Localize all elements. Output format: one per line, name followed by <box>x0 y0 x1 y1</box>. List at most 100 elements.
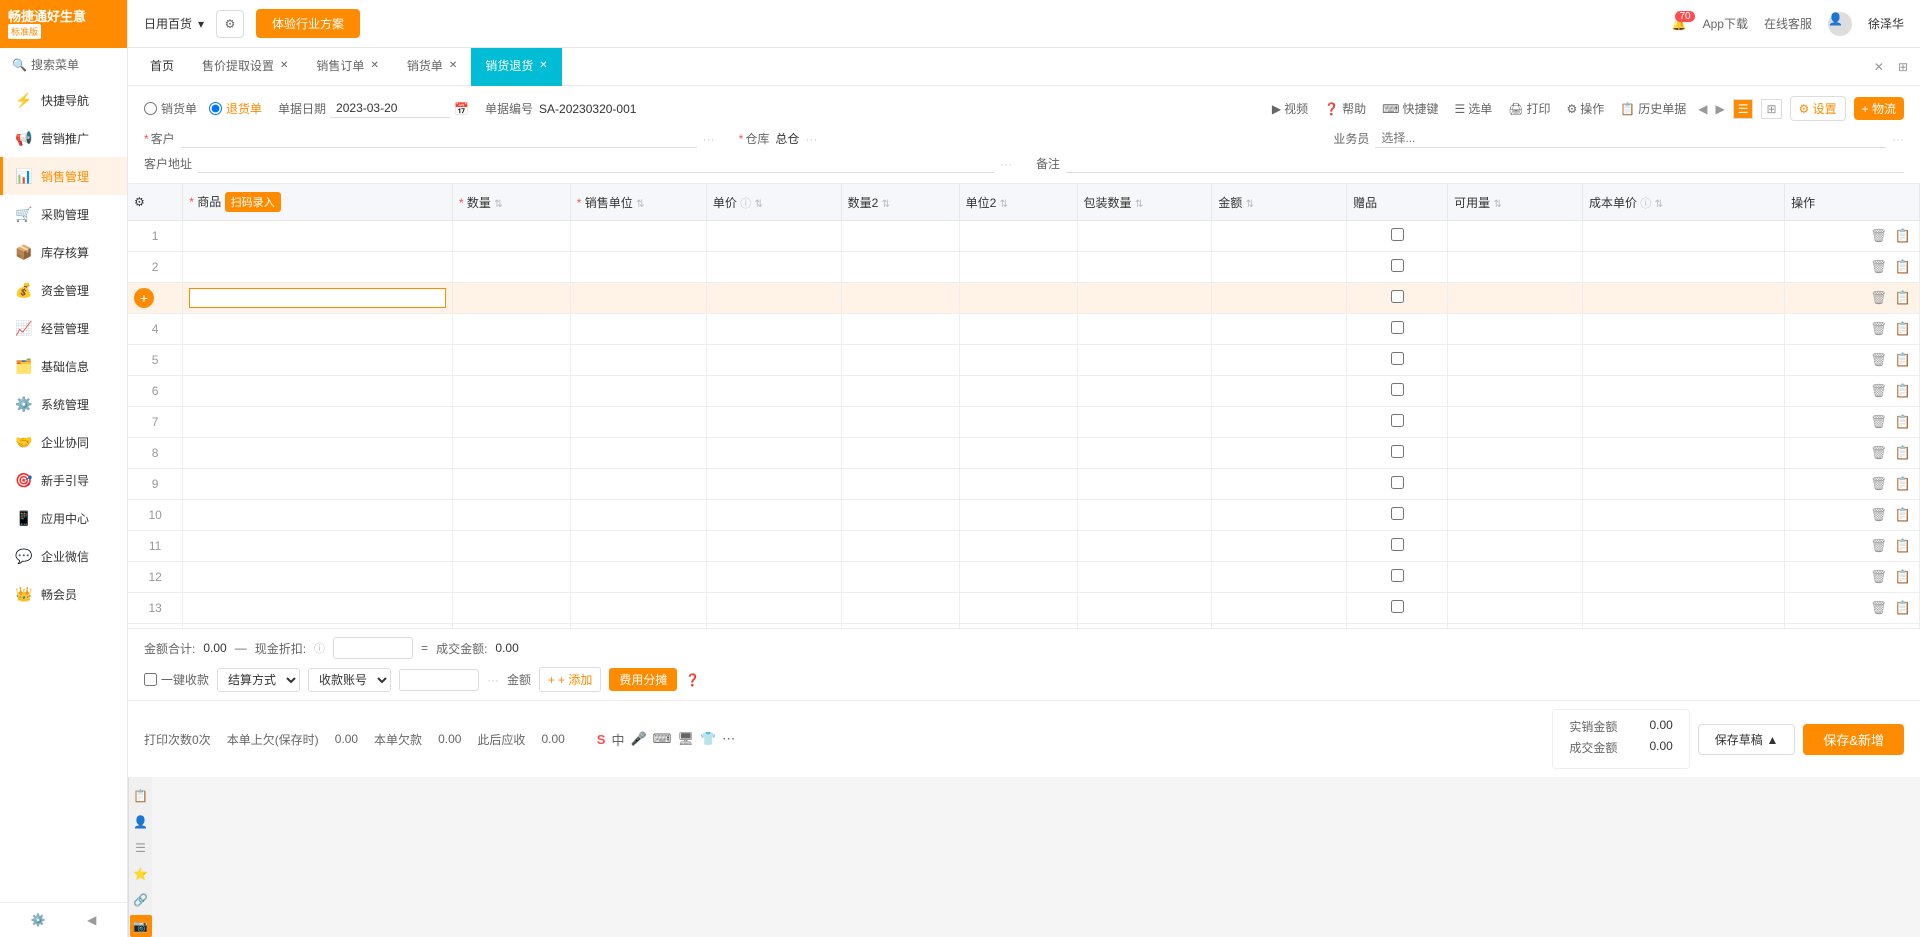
save-new-button[interactable]: 保存&新增 <box>1803 724 1904 755</box>
gift-cell[interactable] <box>1347 531 1448 562</box>
payment-checkbox-label[interactable]: 一键收款 <box>144 671 209 688</box>
unit2-cell[interactable] <box>959 469 1077 500</box>
delete-row-button[interactable]: 🗑 <box>1868 288 1889 308</box>
quantity2-cell[interactable] <box>841 562 959 593</box>
gift-cell[interactable] <box>1347 469 1448 500</box>
available-cell[interactable] <box>1448 469 1583 500</box>
gift-checkbox[interactable] <box>1391 476 1404 489</box>
cost-price-cell[interactable] <box>1582 252 1784 283</box>
cost-price-cell[interactable] <box>1582 407 1784 438</box>
gift-checkbox[interactable] <box>1391 569 1404 582</box>
sales-unit-cell[interactable] <box>570 531 706 562</box>
gift-cell[interactable] <box>1347 438 1448 469</box>
unit2-cell[interactable] <box>959 438 1077 469</box>
sidebar-item-wechat[interactable]: 💬 企业微信 <box>0 537 127 575</box>
pack-quantity-cell[interactable] <box>1077 593 1212 624</box>
quantity-cell[interactable] <box>452 283 570 314</box>
amount-cell[interactable] <box>1212 531 1347 562</box>
delete-row-button[interactable]: 🗑 <box>1868 443 1889 463</box>
available-cell[interactable] <box>1448 500 1583 531</box>
unit-price-info-icon[interactable]: ⓘ <box>740 198 751 210</box>
gift-cell[interactable] <box>1347 252 1448 283</box>
amount-cell[interactable] <box>1212 438 1347 469</box>
account-number-input[interactable] <box>399 669 479 691</box>
pack-quantity-cell[interactable] <box>1077 221 1212 252</box>
sales-unit-cell[interactable] <box>570 283 706 314</box>
toolbar-video[interactable]: ▶ 视频 <box>1268 98 1312 119</box>
amount-cell[interactable] <box>1212 221 1347 252</box>
sales-unit-cell[interactable] <box>570 345 706 376</box>
staff-dots[interactable]: ··· <box>1892 132 1904 146</box>
daily-goods-selector[interactable]: 日用百货 ▾ <box>144 15 204 32</box>
unit-price-cell[interactable] <box>706 562 841 593</box>
sales-unit-cell[interactable] <box>570 469 706 500</box>
product-cell[interactable] <box>183 593 453 624</box>
nav-prev-icon[interactable]: ◀ <box>1698 102 1707 116</box>
pack-quantity-cell[interactable] <box>1077 252 1212 283</box>
cost-price-sort-icon[interactable]: ⇅ <box>1655 199 1663 210</box>
right-panel-star-icon[interactable]: ⭐ <box>130 863 152 885</box>
toolbar-operation[interactable]: ⚙ 操作 <box>1562 98 1608 119</box>
unit2-cell[interactable] <box>959 562 1077 593</box>
unit-price-cell[interactable] <box>706 345 841 376</box>
product-cell[interactable] <box>183 252 453 283</box>
delete-row-button[interactable]: 🗑 <box>1868 381 1889 401</box>
delete-row-button[interactable]: 🗑 <box>1868 567 1889 587</box>
calc-method-select[interactable]: 结算方式 <box>217 668 300 692</box>
cost-price-cell[interactable] <box>1582 345 1784 376</box>
gift-checkbox[interactable] <box>1391 538 1404 551</box>
quantity2-cell[interactable] <box>841 531 959 562</box>
right-panel-link-icon[interactable]: 🔗 <box>130 889 152 911</box>
settings-button[interactable]: ⚙ 设置 <box>1790 96 1846 121</box>
sidebar-collapse-icon[interactable]: ◀ <box>87 913 96 927</box>
copy-row-button[interactable]: 📋 <box>1893 567 1913 587</box>
sales-unit-cell[interactable] <box>570 438 706 469</box>
gift-checkbox[interactable] <box>1391 290 1404 303</box>
sidebar-item-basic[interactable]: 🗂️ 基础信息 <box>0 347 127 385</box>
sidebar-item-inventory[interactable]: 📦 库存核算 <box>0 233 127 271</box>
unit-price-cell[interactable] <box>706 500 841 531</box>
amount-cell[interactable] <box>1212 407 1347 438</box>
tab-sales-order[interactable]: 销售订单 ✕ <box>302 48 392 86</box>
unit2-cell[interactable] <box>959 252 1077 283</box>
product-cell[interactable] <box>183 531 453 562</box>
gift-checkbox[interactable] <box>1391 507 1404 520</box>
delete-row-button[interactable]: 🗑 <box>1868 598 1889 618</box>
amount-cell[interactable] <box>1212 469 1347 500</box>
delete-row-button[interactable]: 🗑 <box>1868 257 1889 277</box>
experience-button[interactable]: 体验行业方案 <box>256 9 360 38</box>
address-dots[interactable]: ··· <box>1000 157 1012 171</box>
gift-cell[interactable] <box>1347 407 1448 438</box>
pack-quantity-cell[interactable] <box>1077 345 1212 376</box>
gift-checkbox[interactable] <box>1391 228 1404 241</box>
sidebar-item-shortcut[interactable]: ⚡ 快捷导航 <box>0 81 127 119</box>
copy-row-button[interactable]: 📋 <box>1893 288 1913 308</box>
toolbar-help[interactable]: ❓ 帮助 <box>1320 98 1370 119</box>
unit2-cell[interactable] <box>959 376 1077 407</box>
available-cell[interactable] <box>1448 252 1583 283</box>
sidebar-item-member[interactable]: 👑 畅会员 <box>0 575 127 613</box>
fee-split-button[interactable]: 费用分摊 <box>609 668 677 691</box>
quantity2-cell[interactable] <box>841 500 959 531</box>
account-dots[interactable]: ··· <box>487 673 499 687</box>
tab-sales-delivery[interactable]: 销货单 ✕ <box>393 48 471 86</box>
notification-button[interactable]: 🔔 70 <box>1672 17 1687 31</box>
tab-sales-delivery-close[interactable]: ✕ <box>449 60 457 71</box>
pack-quantity-cell[interactable] <box>1077 500 1212 531</box>
pack-quantity-cell[interactable] <box>1077 283 1212 314</box>
sales-unit-cell[interactable] <box>570 221 706 252</box>
sidebar-item-purchase[interactable]: 🛒 采购管理 <box>0 195 127 233</box>
quantity-cell[interactable] <box>452 593 570 624</box>
pack-quantity-cell[interactable] <box>1077 314 1212 345</box>
available-cell[interactable] <box>1448 562 1583 593</box>
amount-cell[interactable] <box>1212 562 1347 593</box>
quantity2-cell[interactable] <box>841 252 959 283</box>
copy-row-button[interactable]: 📋 <box>1893 598 1913 618</box>
scan-input-button[interactable]: 扫码录入 <box>225 192 281 212</box>
product-cell[interactable] <box>183 283 453 314</box>
sales-unit-cell[interactable] <box>570 314 706 345</box>
add-row-button[interactable]: + <box>134 288 154 308</box>
app-download-link[interactable]: App下载 <box>1703 15 1748 32</box>
unit-price-sort-icon[interactable]: ⇅ <box>755 199 763 210</box>
unit-price-cell[interactable] <box>706 531 841 562</box>
